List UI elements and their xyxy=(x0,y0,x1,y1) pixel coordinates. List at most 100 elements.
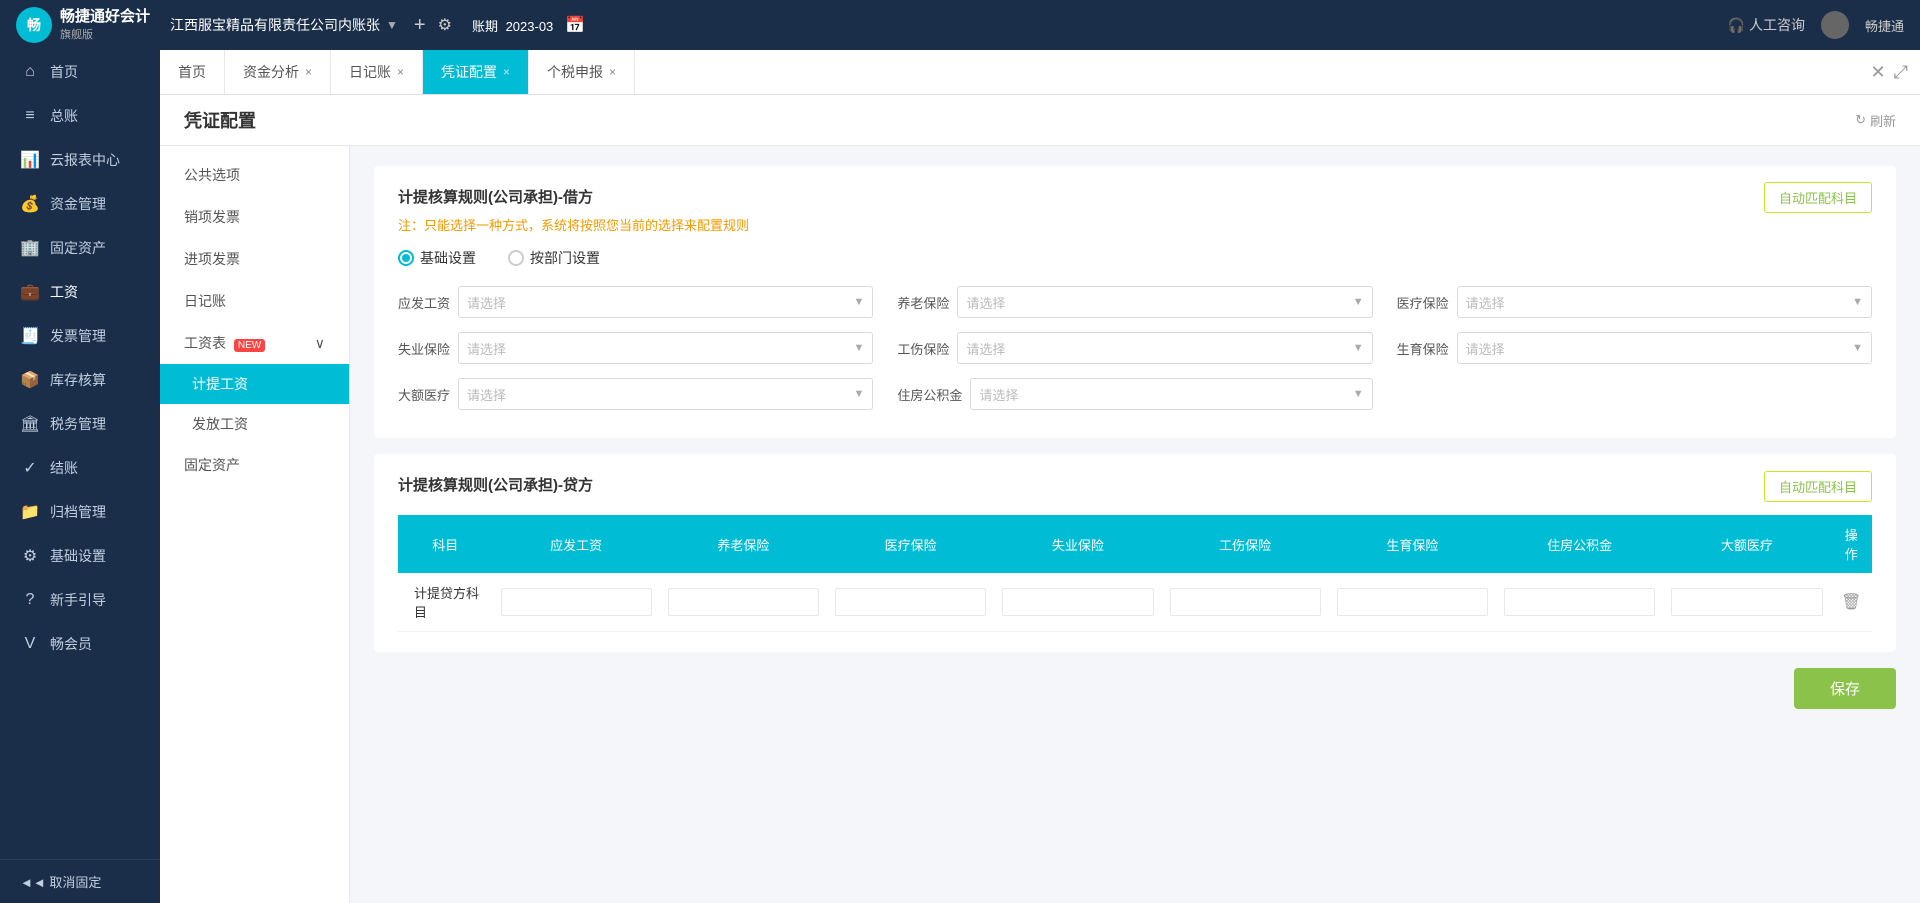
settings-icon[interactable]: ⚙ xyxy=(438,15,452,35)
chevron-down-icon: ∨ xyxy=(315,335,325,352)
tab-tax-label: 个税申报 xyxy=(547,62,603,82)
right-content: 计提核算规则(公司承担)-借方 注：只能选择一种方式，系统将按照您当前的选择来配… xyxy=(350,146,1920,903)
tab-tax-close[interactable]: × xyxy=(609,65,616,79)
add-account-button[interactable]: + xyxy=(414,14,426,37)
tab-journal-close[interactable]: × xyxy=(397,65,404,79)
sidebar-item-member[interactable]: V 畅会员 xyxy=(0,622,160,666)
row-cell-should-pay xyxy=(493,573,660,632)
company-selector[interactable]: 江西服宝精品有限责任公司内账张 ▼ xyxy=(170,15,398,35)
tab-funds[interactable]: 资金分析 × xyxy=(225,50,331,94)
refresh-icon: ↻ xyxy=(1855,112,1866,128)
sidebar-item-funds[interactable]: 💰 资金管理 xyxy=(0,182,160,226)
sidebar-item-inventory[interactable]: 📦 库存核算 xyxy=(0,358,160,402)
sidebar-item-reports[interactable]: 📊 云报表中心 xyxy=(0,138,160,182)
debit-radio-group: 基础设置 按部门设置 xyxy=(398,248,1872,268)
tab-journal[interactable]: 日记账 × xyxy=(331,50,423,94)
tab-journal-label: 日记账 xyxy=(349,62,391,82)
input-maternity[interactable] xyxy=(1337,588,1488,616)
chevron-major-medical-icon: ▼ xyxy=(853,388,864,400)
left-menu-item-sales-invoice[interactable]: 销项发票 xyxy=(160,196,349,238)
input-work-injury[interactable] xyxy=(1170,588,1321,616)
debit-auto-match-button[interactable]: 自动匹配科目 xyxy=(1764,182,1872,213)
chevron-unemployment-icon: ▼ xyxy=(853,342,864,354)
radio-basic[interactable]: 基础设置 xyxy=(398,248,476,268)
input-unemployment[interactable] xyxy=(1002,588,1153,616)
table-row: 计提贷方科目 🗑 xyxy=(398,573,1872,632)
sidebar-label-funds: 资金管理 xyxy=(50,194,106,214)
close-all-icon[interactable]: ✕ xyxy=(1871,62,1886,83)
input-major-medical[interactable] xyxy=(1671,588,1822,616)
left-menu-item-journal[interactable]: 日记账 xyxy=(160,280,349,322)
sidebar-item-tax[interactable]: 🏛 税务管理 xyxy=(0,402,160,446)
left-menu-item-common[interactable]: 公共选项 xyxy=(160,154,349,196)
sidebar-item-closing[interactable]: ✓ 结账 xyxy=(0,446,160,490)
sidebar-item-assets[interactable]: 🏢 固定资产 xyxy=(0,226,160,270)
tab-voucher[interactable]: 凭证配置 × xyxy=(423,50,529,94)
sidebar-label-inventory: 库存核算 xyxy=(50,370,106,390)
input-should-pay[interactable] xyxy=(501,588,652,616)
sidebar-item-guide[interactable]: ? 新手引导 xyxy=(0,578,160,622)
credit-section-header: 计提核算规则(公司承担)-贷方 自动匹配科目 xyxy=(398,474,1872,503)
company-dropdown-arrow[interactable]: ▼ xyxy=(386,18,398,32)
member-icon: V xyxy=(20,635,40,653)
sidebar-item-salary[interactable]: 💼 工资 xyxy=(0,270,160,314)
field-unemployment: 失业保险 请选择 ▼ xyxy=(398,332,873,364)
unpin-label: ◄◄ 取消固定 xyxy=(20,872,101,891)
guide-icon: ? xyxy=(20,591,40,609)
tab-funds-label: 资金分析 xyxy=(243,62,299,82)
sidebar-item-ledger[interactable]: ≡ 总账 xyxy=(0,94,160,138)
sidebar-label-salary: 工资 xyxy=(50,282,78,302)
left-menu-item-salary-table[interactable]: 工资表 NEW ∨ xyxy=(160,322,349,364)
select-should-pay[interactable]: 请选择 ▼ xyxy=(458,286,873,318)
select-maternity[interactable]: 请选择 ▼ xyxy=(1457,332,1872,364)
tab-bar: 首页 资金分析 × 日记账 × 凭证配置 × 个税申报 × ✕ ⤢ xyxy=(160,50,1920,95)
left-menu-item-fixed-assets[interactable]: 固定资产 xyxy=(160,444,349,486)
delete-row-button[interactable]: 🗑 xyxy=(1841,592,1861,612)
select-housing-fund[interactable]: 请选择 ▼ xyxy=(970,378,1372,410)
field-should-pay: 应发工资 请选择 ▼ xyxy=(398,286,873,318)
new-badge: NEW xyxy=(234,339,265,352)
support-button[interactable]: 🎧 人工咨询 xyxy=(1728,15,1805,35)
maximize-icon[interactable]: ⤢ xyxy=(1894,62,1908,83)
radio-by-dept[interactable]: 按部门设置 xyxy=(508,248,600,268)
left-menu-item-calc-salary[interactable]: 计提工资 xyxy=(160,364,349,404)
label-housing-fund: 住房公积金 xyxy=(897,385,962,404)
save-button[interactable]: 保存 xyxy=(1794,668,1896,709)
select-major-medical[interactable]: 请选择 ▼ xyxy=(458,378,873,410)
select-medical[interactable]: 请选择 ▼ xyxy=(1457,286,1872,318)
page-content: 凭证配置 ↻ 刷新 公共选项 销项发票 进项发票 xyxy=(160,95,1920,903)
credit-auto-match-button[interactable]: 自动匹配科目 xyxy=(1764,471,1872,502)
select-work-injury[interactable]: 请选择 ▼ xyxy=(957,332,1372,364)
sidebar-label-member: 畅会员 xyxy=(50,634,92,654)
left-menu-item-pay-salary[interactable]: 发放工资 xyxy=(160,404,349,444)
col-maternity: 生育保险 xyxy=(1329,515,1496,573)
select-pension[interactable]: 请选择 ▼ xyxy=(957,286,1372,318)
sidebar-item-invoice[interactable]: 🧾 发票管理 xyxy=(0,314,160,358)
field-pension: 养老保险 请选择 ▼ xyxy=(897,286,1372,318)
calendar-icon[interactable]: 📅 xyxy=(565,15,585,35)
sidebar-item-settings[interactable]: ⚙ 基础设置 xyxy=(0,534,160,578)
select-unemployment[interactable]: 请选择 ▼ xyxy=(458,332,873,364)
sidebar-item-home[interactable]: ⌂ 首页 xyxy=(0,50,160,94)
input-pension[interactable] xyxy=(668,588,819,616)
field-major-medical: 大额医疗 请选择 ▼ xyxy=(398,378,873,410)
tab-funds-close[interactable]: × xyxy=(305,65,312,79)
left-menu-item-purchase-invoice[interactable]: 进项发票 xyxy=(160,238,349,280)
input-housing-fund[interactable] xyxy=(1504,588,1655,616)
tab-tax[interactable]: 个税申报 × xyxy=(529,50,635,94)
input-medical[interactable] xyxy=(835,588,986,616)
field-maternity: 生育保险 请选择 ▼ xyxy=(1397,332,1872,364)
tab-voucher-label: 凭证配置 xyxy=(441,62,497,82)
sidebar-label-invoice: 发票管理 xyxy=(50,326,106,346)
unpin-button[interactable]: ◄◄ 取消固定 xyxy=(0,859,160,903)
debit-section-title: 计提核算规则(公司承担)-借方 xyxy=(398,186,749,207)
radio-basic-label: 基础设置 xyxy=(420,248,476,268)
tab-home[interactable]: 首页 xyxy=(160,50,225,94)
refresh-button[interactable]: ↻ 刷新 xyxy=(1855,111,1896,130)
row-action: 🗑 xyxy=(1831,573,1872,632)
logo-sub: 旗舰版 xyxy=(60,26,150,42)
tab-voucher-close[interactable]: × xyxy=(503,65,510,79)
label-unemployment: 失业保险 xyxy=(398,339,450,358)
row-cell-pension xyxy=(660,573,827,632)
sidebar-item-archive[interactable]: 📁 归档管理 xyxy=(0,490,160,534)
